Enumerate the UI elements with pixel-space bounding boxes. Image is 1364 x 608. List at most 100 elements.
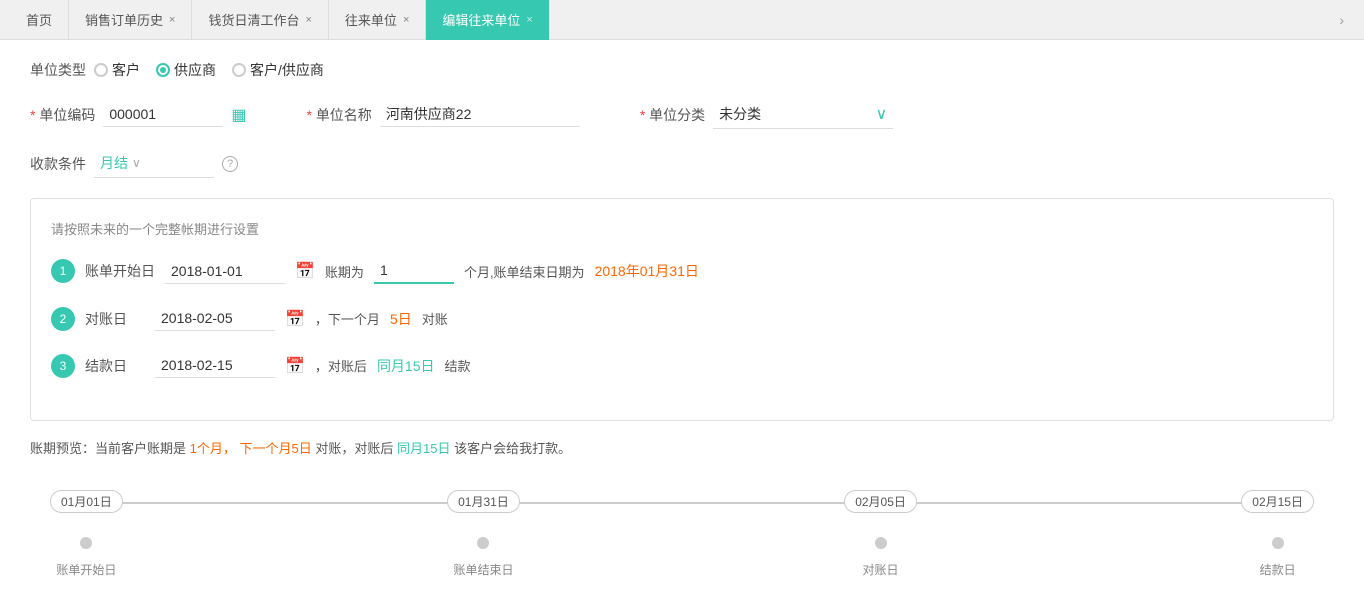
tab-cash-work[interactable]: 钱货日清工作台 × <box>192 0 328 40</box>
radio-customer-label: 客户 <box>112 60 140 80</box>
payment-condition-arrow-icon: ∨ <box>132 156 141 170</box>
tab-cash-work-label: 钱货日清工作台 <box>208 10 299 29</box>
period-suffix-2b: 5日 <box>390 309 412 329</box>
tab-edit-partner-close[interactable]: × <box>526 14 532 26</box>
timeline-tag-1: 01月01日 <box>50 490 123 513</box>
tab-edit-partner[interactable]: 编辑往来单位 × <box>426 0 548 40</box>
timeline-point-1: 01月01日 账单开始日 <box>50 490 123 578</box>
tab-home-label: 首页 <box>26 10 52 29</box>
unit-category-arrow-icon: ∨ <box>875 104 887 124</box>
payment-condition-label: 收款条件 <box>30 154 86 174</box>
unit-info-row: 单位编码 ▦ 单位名称 单位分类 未分类 ∨ <box>30 100 1334 129</box>
unit-name-label: 单位名称 <box>306 105 371 125</box>
payment-condition-value: 月结 <box>100 153 128 173</box>
tab-partner[interactable]: 往来单位 × <box>329 0 426 40</box>
unit-category-label: 单位分类 <box>640 105 705 125</box>
unit-code-group: 单位编码 ▦ <box>30 102 246 127</box>
period-suffix-1b: 个月,账单结束日期为 <box>464 262 585 281</box>
period-row-3: 3 结款日 📅 ，对账后 同月15日 结款 <box>51 353 1303 378</box>
unit-category-dropdown[interactable]: 未分类 ∨ <box>713 100 893 129</box>
period-month-input[interactable] <box>374 258 454 284</box>
period-suffix-1a: 账期为 <box>325 262 364 281</box>
payment-condition-dropdown[interactable]: 月结 ∨ <box>94 149 214 178</box>
period-suffix-3c: 结款 <box>445 356 471 375</box>
payment-condition-group: 收款条件 月结 ∨ ? <box>30 149 238 178</box>
preview-part2: 下一个月5日 <box>240 441 312 456</box>
period-suffix-2a: ，下一个月 <box>315 309 380 328</box>
unit-category-group: 单位分类 未分类 ∨ <box>640 100 893 129</box>
unit-category-value: 未分类 <box>719 104 871 124</box>
period-cal-2[interactable]: 📅 <box>285 309 305 329</box>
radio-supplier-label: 供应商 <box>174 60 216 80</box>
radio-group: 客户 供应商 客户/供应商 <box>94 60 324 80</box>
timeline-tag-2: 01月31日 <box>447 490 520 513</box>
timeline-sublabel-4: 结款日 <box>1260 561 1296 578</box>
period-num-1: 1 <box>51 259 75 283</box>
tab-edit-partner-label: 编辑往来单位 <box>442 10 520 29</box>
tab-sales-history-label: 销售订单历史 <box>85 10 163 29</box>
payment-condition-row: 收款条件 月结 ∨ ? <box>30 149 1334 178</box>
unit-name-group: 单位名称 <box>306 102 579 127</box>
period-num-2: 2 <box>51 307 75 331</box>
preview-part3: 对账，对账后 <box>315 441 393 456</box>
period-date-3[interactable] <box>155 353 275 378</box>
tab-more-button[interactable]: › <box>1329 12 1354 28</box>
unit-name-input[interactable] <box>380 102 580 127</box>
period-label-1: 账单开始日 <box>85 261 155 281</box>
preview-part5: 该客户会给我打款。 <box>454 441 571 456</box>
unit-type-group: 单位类型 客户 供应商 客户/供应商 <box>30 60 324 80</box>
help-icon[interactable]: ? <box>222 156 238 172</box>
timeline-dot-1 <box>80 537 92 549</box>
preview-text: 账期预览：当前客户账期是 1个月， 下一个月5日 对账，对账后 同月15日 该客… <box>30 437 1334 460</box>
radio-customer-circle <box>94 63 108 77</box>
period-row-2: 2 对账日 📅 ，下一个月 5日 对账 <box>51 306 1303 331</box>
period-num-3: 3 <box>51 354 75 378</box>
radio-supplier-circle <box>156 63 170 77</box>
tab-bar: 首页 销售订单历史 × 钱货日清工作台 × 往来单位 × 编辑往来单位 × › <box>0 0 1364 40</box>
period-row-1: 1 账单开始日 📅 账期为 个月,账单结束日期为 2018年01月31日 <box>51 258 1303 284</box>
timeline-sublabel-1: 账单开始日 <box>56 561 116 578</box>
period-label-2: 对账日 <box>85 309 145 329</box>
radio-both-circle <box>232 63 246 77</box>
period-cal-3[interactable]: 📅 <box>285 356 305 376</box>
period-date-1[interactable] <box>165 259 285 284</box>
preview-part4: 同月15日 <box>397 441 450 456</box>
timeline-dot-2 <box>477 537 489 549</box>
tab-home[interactable]: 首页 <box>10 0 69 40</box>
tab-partner-label: 往来单位 <box>345 10 397 29</box>
timeline-tag-4: 02月15日 <box>1241 490 1314 513</box>
unit-code-icon[interactable]: ▦ <box>231 105 246 125</box>
timeline-points: 01月01日 账单开始日 01月31日 账单结束日 02月05日 对账日 02月… <box>50 490 1314 578</box>
preview-label: 账期预览：当前客户账期是 <box>30 441 186 456</box>
period-box: 请按照未来的一个完整帐期进行设置 1 账单开始日 📅 账期为 个月,账单结束日期… <box>30 198 1334 421</box>
timeline-tag-3: 02月05日 <box>844 490 917 513</box>
timeline-sublabel-3: 对账日 <box>863 561 899 578</box>
timeline-point-4: 02月15日 结款日 <box>1241 490 1314 578</box>
timeline-point-2: 01月31日 账单结束日 <box>447 490 520 578</box>
content-area: 单位类型 客户 供应商 客户/供应商 单位编码 ▦ <box>0 40 1364 608</box>
timeline-point-3: 02月05日 对账日 <box>844 490 917 578</box>
period-suffix-3a: ，对账后 <box>315 356 367 375</box>
tab-sales-history-close[interactable]: × <box>169 14 175 26</box>
period-cal-1[interactable]: 📅 <box>295 261 315 281</box>
unit-type-label: 单位类型 <box>30 60 86 80</box>
unit-code-input[interactable] <box>103 102 223 127</box>
tab-partner-close[interactable]: × <box>403 14 409 26</box>
tab-sales-history[interactable]: 销售订单历史 × <box>69 0 192 40</box>
timeline-sublabel-2: 账单结束日 <box>453 561 513 578</box>
period-suffix-2c: 对账 <box>422 309 448 328</box>
timeline-dot-3 <box>875 537 887 549</box>
unit-code-label: 单位编码 <box>30 105 95 125</box>
timeline-dot-4 <box>1272 537 1284 549</box>
period-date-2[interactable] <box>155 306 275 331</box>
radio-supplier[interactable]: 供应商 <box>156 60 216 80</box>
period-label-3: 结款日 <box>85 356 145 376</box>
timeline: 01月01日 账单开始日 01月31日 账单结束日 02月05日 对账日 02月… <box>30 480 1334 578</box>
period-suffix-3b: 同月15日 <box>377 356 435 376</box>
radio-both-label: 客户/供应商 <box>250 60 324 80</box>
radio-customer[interactable]: 客户 <box>94 60 140 80</box>
preview-part1: 1个月， <box>190 441 236 456</box>
tab-cash-work-close[interactable]: × <box>305 14 311 26</box>
radio-both[interactable]: 客户/供应商 <box>232 60 324 80</box>
period-end-date: 2018年01月31日 <box>595 261 699 281</box>
